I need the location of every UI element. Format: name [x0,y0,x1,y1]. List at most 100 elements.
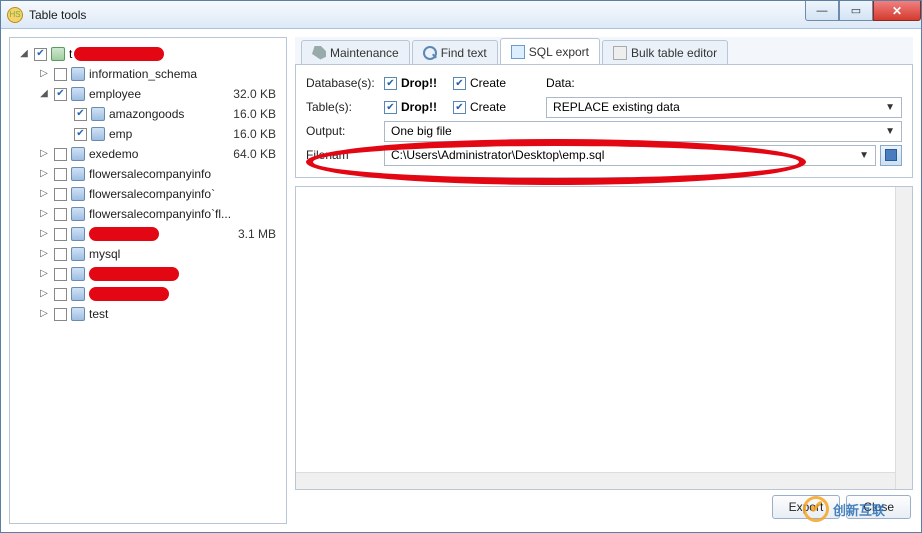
tree-checkbox[interactable] [54,228,67,241]
host-icon [51,47,65,61]
expand-icon[interactable]: ▷ [38,224,50,244]
tree-label: t [69,44,72,64]
tree-checkbox[interactable] [54,188,67,201]
tree-row[interactable]: ▷ [14,264,282,284]
tab-sqlexport[interactable]: SQL export [500,38,600,64]
bottom-button-row: Export Close [295,490,913,524]
tree-checkbox[interactable] [74,128,87,141]
expand-icon[interactable]: ▷ [38,204,50,224]
database-icon [71,267,85,281]
tree-checkbox[interactable] [54,308,67,321]
tab-label: Bulk table editor [631,46,717,60]
tables-label: Table(s): [306,100,384,114]
redacted-label [89,227,159,241]
tree-size: 64.0 KB [233,144,276,164]
tree-label: emp [109,124,132,144]
expand-icon[interactable]: ▷ [38,144,50,164]
database-icon [71,307,85,321]
tree-row[interactable]: ▷3.1 MB [14,224,282,244]
tree-checkbox[interactable] [54,248,67,261]
tree-checkbox[interactable] [54,168,67,181]
tree-checkbox[interactable] [74,108,87,121]
close-window-button[interactable]: ✕ [873,1,921,21]
data-mode-combo[interactable]: REPLACE existing data ▼ [546,97,902,118]
tab-maintenance[interactable]: Maintenance [301,40,410,64]
maximize-button[interactable]: ▭ [839,1,873,21]
tree-host-row[interactable]: ◢ t [14,44,282,64]
databases-label: Database(s): [306,76,384,90]
tree-label: test [89,304,108,324]
tree-row[interactable]: ▷ mysql [14,244,282,264]
expand-icon[interactable]: ▷ [38,284,50,304]
save-file-button[interactable] [880,145,902,166]
expand-icon[interactable]: ▷ [38,244,50,264]
database-icon [91,127,105,141]
tree-row[interactable]: ▷information_schema [14,64,282,84]
expand-icon[interactable]: ▷ [38,64,50,84]
disk-icon [885,149,897,161]
window-frame: HS Table tools — ▭ ✕ ◢ t ▷information_sc… [0,0,922,533]
collapse-icon[interactable]: ◢ [18,44,30,64]
tree-checkbox[interactable] [54,68,67,81]
database-icon [71,207,85,221]
minimize-button[interactable]: — [805,1,839,21]
db-drop-label: Drop!! [401,76,437,90]
chevron-down-icon: ▼ [885,102,895,113]
tree-checkbox[interactable] [54,148,67,161]
expand-icon[interactable]: ▷ [38,164,50,184]
tree-checkbox[interactable] [54,288,67,301]
maintenance-icon [312,46,326,60]
titlebar: HS Table tools — ▭ ✕ [1,1,921,29]
expand-icon[interactable]: ▷ [38,304,50,324]
tree-label: amazongoods [109,104,184,124]
findtext-icon [423,46,437,60]
tree-label: flowersalecompanyinfo`fl... [89,204,231,224]
output-combo[interactable]: One big file ▼ [384,121,902,142]
tree-row[interactable]: ▷ exedemo 64.0 KB [14,144,282,164]
redacted-label [89,267,179,281]
app-icon: HS [7,7,23,23]
database-icon [71,147,85,161]
tab-findtext[interactable]: Find text [412,40,498,64]
redacted-host [74,47,164,61]
output-log[interactable] [295,186,913,490]
expand-icon[interactable]: ▷ [38,264,50,284]
tree-checkbox[interactable] [54,208,67,221]
database-icon [71,167,85,181]
tree-size: 16.0 KB [233,104,276,124]
tree-row[interactable]: ▷ [14,284,282,304]
tab-bulk[interactable]: Bulk table editor [602,40,728,64]
tree-row[interactable]: ▷ test [14,304,282,324]
tbl-create-checkbox[interactable] [453,101,466,114]
close-button[interactable]: Close [846,495,911,519]
tree-row[interactable]: emp16.0 KB [14,124,282,144]
tree-row[interactable]: ◢employee32.0 KB [14,84,282,104]
db-drop-checkbox[interactable] [384,77,397,90]
horizontal-scrollbar[interactable] [296,472,895,489]
expand-icon[interactable]: ▷ [38,184,50,204]
vertical-scrollbar[interactable] [895,187,912,489]
filename-combo[interactable]: C:\Users\Administrator\Desktop\emp.sql ▼ [384,145,876,166]
tree-label: mysql [89,244,120,264]
tree-row[interactable]: ▷flowersalecompanyinfo [14,164,282,184]
tabs-row: Maintenance Find text SQL export Bulk table… [295,37,913,65]
tab-label: Find text [441,46,487,60]
database-icon [71,227,85,241]
output-value: One big file [391,124,452,138]
sqlexport-icon [511,45,525,59]
tree-row[interactable]: ▷ flowersalecompanyinfo`fl... [14,204,282,224]
host-checkbox[interactable] [34,48,47,61]
tree-checkbox[interactable] [54,268,67,281]
tree-row[interactable]: ▷flowersalecompanyinfo` [14,184,282,204]
export-button[interactable]: Export [772,495,841,519]
tree-row[interactable]: amazongoods 16.0 KB [14,104,282,124]
tab-label: SQL export [529,45,589,59]
tbl-drop-checkbox[interactable] [384,101,397,114]
database-icon [71,287,85,301]
database-icon [71,187,85,201]
tree-checkbox[interactable] [54,88,67,101]
database-tree[interactable]: ◢ t ▷information_schema◢employee32.0 KBa… [9,37,287,524]
tree-label: exedemo [89,144,138,164]
expand-icon[interactable]: ◢ [38,84,50,104]
db-create-checkbox[interactable] [453,77,466,90]
